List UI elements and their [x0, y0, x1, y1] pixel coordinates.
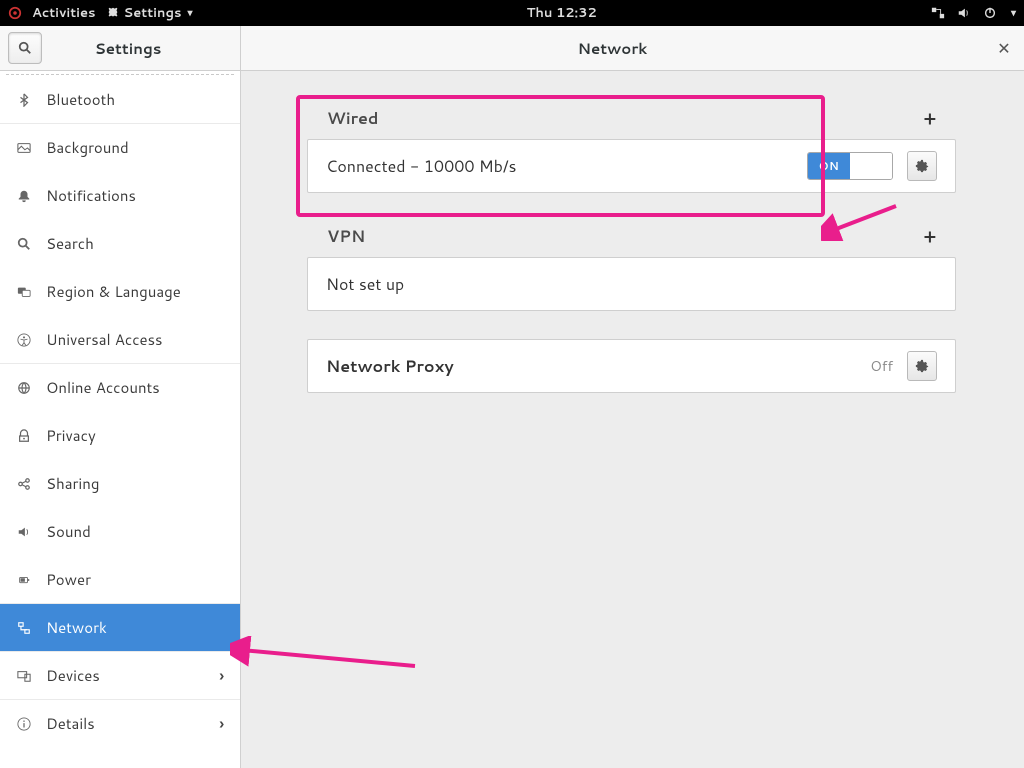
sidebar-item-search[interactable]: Search — [0, 219, 240, 267]
power-indicator-icon[interactable] — [983, 6, 997, 20]
content-title: Network — [241, 38, 984, 59]
proxy-title: Network Proxy — [326, 355, 454, 378]
sidebar-item-sound[interactable]: Sound — [0, 507, 240, 555]
vpn-section-header: VPN + — [307, 215, 956, 257]
proxy-settings-button[interactable] — [907, 351, 937, 381]
sidebar-item-label: Sound — [46, 521, 224, 542]
background-icon — [16, 141, 32, 155]
sidebar-item-label: Universal Access — [46, 329, 224, 350]
proxy-section: Network Proxy Off — [307, 339, 956, 393]
wired-title: Wired — [327, 107, 378, 130]
sidebar-item-privacy[interactable]: Privacy — [0, 411, 240, 459]
sidebar-item-label: Bluetooth — [46, 89, 224, 110]
network-indicator-icon[interactable] — [931, 6, 945, 20]
sidebar-item-label: Network — [46, 617, 224, 638]
network-icon — [16, 621, 32, 635]
toggle-on-label: ON — [808, 153, 850, 179]
sidebar-item-label: Power — [46, 569, 224, 590]
online-accounts-icon — [16, 381, 32, 395]
content-area: Wired + Connected - 10000 Mb/s ON VPN + — [241, 71, 1024, 768]
wired-settings-button[interactable] — [907, 151, 937, 181]
distro-logo-icon — [8, 6, 22, 20]
sidebar-item-label: Search — [46, 233, 224, 254]
power-icon — [16, 573, 32, 587]
sidebar: Bluetooth Background Notifications Searc… — [0, 71, 241, 768]
vpn-row: Not set up — [307, 257, 956, 311]
sidebar-item-devices[interactable]: Devices › — [0, 651, 240, 699]
activities-button[interactable]: Activities — [32, 4, 96, 22]
wired-toggle[interactable]: ON — [807, 152, 893, 180]
sidebar-item-label: Notifications — [46, 185, 224, 206]
sidebar-item-details[interactable]: Details › — [0, 699, 240, 747]
sidebar-item-label: Details — [46, 713, 206, 734]
top-panel: Activities Settings ▾ Thu 12:32 ▾ — [0, 0, 1024, 26]
app-menu-label: Settings — [124, 4, 182, 22]
wired-section-header: Wired + — [307, 97, 956, 139]
sidebar-item-label: Region & Language — [46, 281, 224, 302]
sidebar-item-network[interactable]: Network — [0, 603, 240, 651]
sidebar-item-label: Online Accounts — [46, 377, 224, 398]
close-icon: ✕ — [997, 37, 1010, 60]
region-icon — [16, 285, 32, 299]
sidebar-item-notifications[interactable]: Notifications — [0, 171, 240, 219]
vpn-title: VPN — [327, 225, 365, 248]
sidebar-item-region-language[interactable]: Region & Language — [0, 267, 240, 315]
sharing-icon — [16, 477, 32, 491]
sidebar-item-label: Sharing — [46, 473, 224, 494]
headerbar: Settings Network ✕ — [0, 26, 1024, 71]
wired-section: Wired + Connected - 10000 Mb/s ON — [307, 97, 956, 193]
gear-icon — [915, 159, 929, 173]
sidebar-item-background[interactable]: Background — [0, 123, 240, 171]
system-menu-caret-icon[interactable]: ▾ — [1011, 6, 1016, 20]
wired-status: Connected - 10000 Mb/s — [326, 155, 516, 178]
search-button[interactable] — [8, 32, 42, 64]
clock[interactable]: Thu 12:32 — [192, 4, 930, 22]
gear-icon — [915, 359, 929, 373]
notifications-icon — [16, 189, 32, 203]
vpn-status: Not set up — [326, 273, 404, 296]
chevron-right-icon: › — [220, 713, 224, 734]
toggle-off-half — [850, 153, 892, 179]
devices-icon — [16, 669, 32, 683]
proxy-status: Off — [870, 356, 893, 376]
chevron-right-icon: › — [220, 665, 224, 686]
universal-access-icon — [16, 333, 32, 347]
sidebar-item-universal-access[interactable]: Universal Access — [0, 315, 240, 363]
proxy-row: Network Proxy Off — [307, 339, 956, 393]
sidebar-item-label: Privacy — [46, 425, 224, 446]
sidebar-item-label: Background — [46, 137, 224, 158]
sidebar-item-power[interactable]: Power — [0, 555, 240, 603]
sidebar-item-label: Devices — [46, 665, 206, 686]
sound-icon — [16, 525, 32, 539]
bluetooth-icon — [16, 93, 32, 107]
sidebar-item-online-accounts[interactable]: Online Accounts — [0, 363, 240, 411]
search-icon — [16, 237, 32, 251]
volume-indicator-icon[interactable] — [957, 6, 971, 20]
add-wired-button[interactable]: + — [924, 105, 936, 131]
sidebar-title: Settings — [50, 38, 206, 59]
sidebar-item-sharing[interactable]: Sharing — [0, 459, 240, 507]
wired-connection-row: Connected - 10000 Mb/s ON — [307, 139, 956, 193]
privacy-icon — [16, 429, 32, 443]
vpn-section: VPN + Not set up — [307, 215, 956, 311]
sidebar-item-bluetooth[interactable]: Bluetooth — [0, 75, 240, 123]
app-menu[interactable]: Settings ▾ — [106, 4, 193, 22]
details-icon — [16, 717, 32, 731]
close-button[interactable]: ✕ — [984, 26, 1024, 70]
add-vpn-button[interactable]: + — [924, 223, 936, 249]
